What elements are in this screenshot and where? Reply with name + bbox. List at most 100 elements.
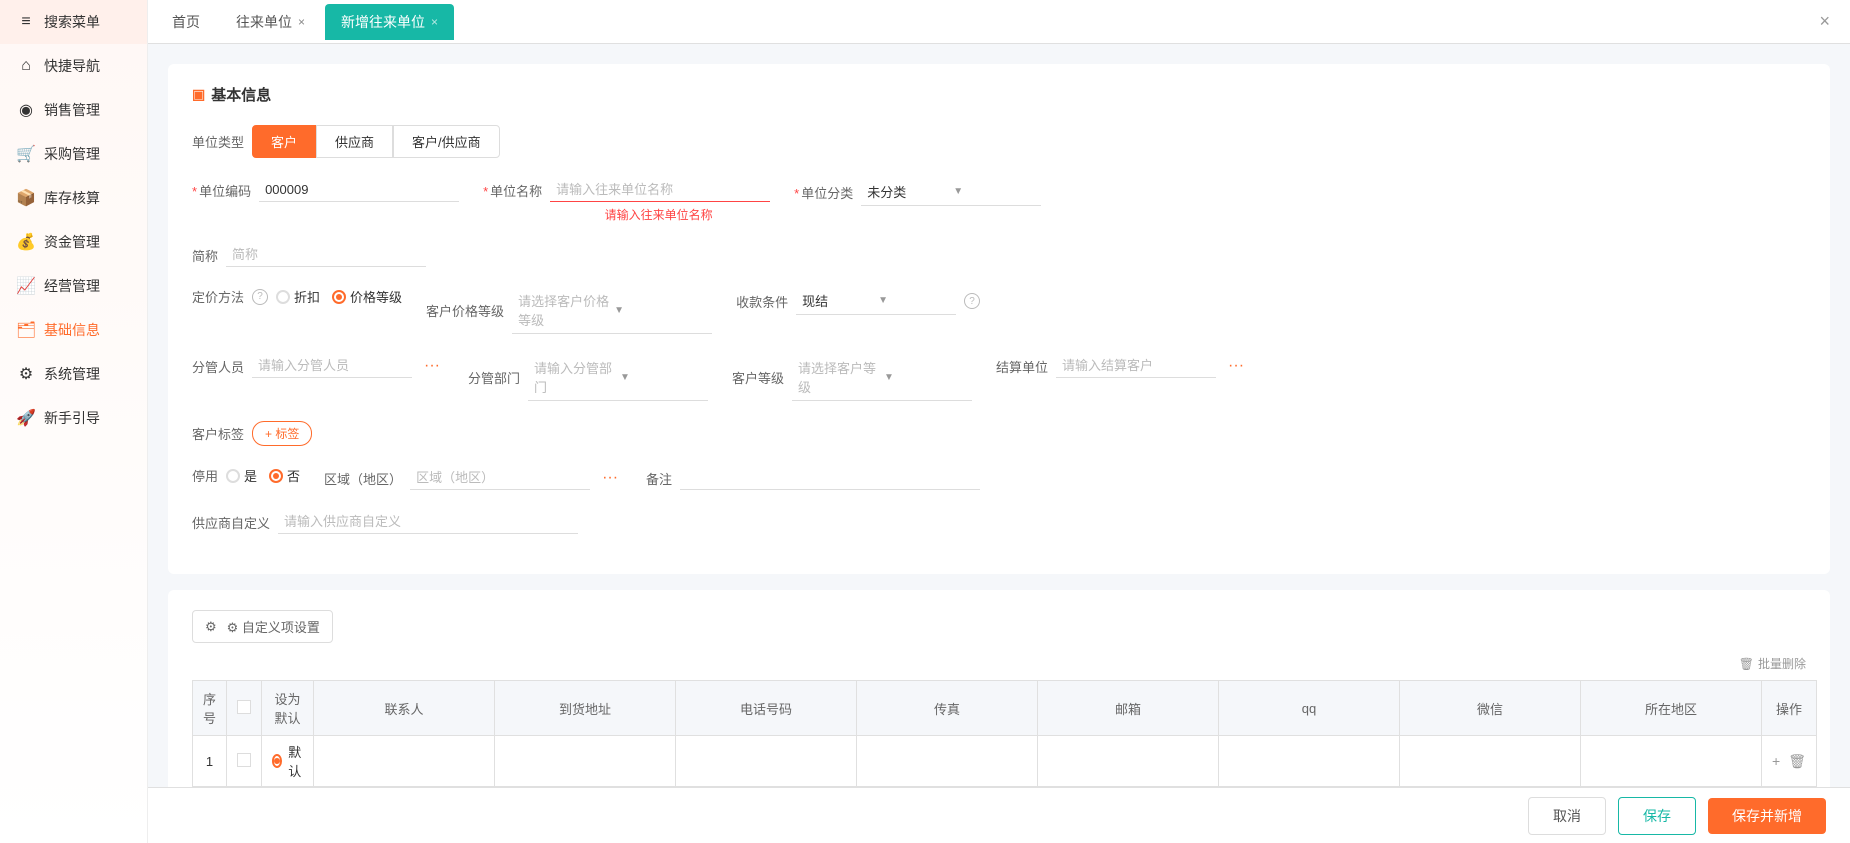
row-fax[interactable] [857, 736, 1038, 787]
row-qq[interactable] [1219, 736, 1400, 787]
add-tag-button[interactable]: + 标签 [252, 421, 312, 446]
payment-terms-field: 收款条件 现结 ▼ ? [736, 287, 980, 315]
row-contact[interactable] [314, 736, 495, 787]
unit-type-label: 单位类型 [192, 132, 244, 151]
delete-row-button[interactable]: 🗑 [1788, 753, 1806, 770]
payment-terms-help-icon[interactable]: ? [964, 293, 980, 309]
tab-contacts-close[interactable]: × [298, 15, 305, 29]
tab-new-contact[interactable]: 新增往来单位 × [325, 4, 454, 40]
row-address[interactable] [495, 736, 676, 787]
col-fax: 传真 [857, 681, 1038, 736]
row-phone[interactable] [676, 736, 857, 787]
row-checkbox-cell [227, 736, 262, 787]
settlement-more-button[interactable]: ··· [1224, 357, 1248, 375]
contact-table-card: ⚙ ⚙ 自定义项设置 🗑 批量删除 序号 设为默认 [168, 590, 1830, 807]
unit-code-input[interactable] [259, 178, 459, 202]
disabled-yes-radio[interactable] [226, 469, 240, 483]
settlement-unit-input[interactable] [1056, 354, 1216, 378]
row-action: + 🗑 [1762, 736, 1817, 787]
disabled-label: 停用 [192, 466, 218, 485]
sidebar-item-system[interactable]: ⚙ 系统管理 [0, 352, 147, 396]
save-button[interactable]: 保存 [1618, 797, 1696, 835]
custom-settings-button[interactable]: ⚙ ⚙ 自定义项设置 [192, 610, 333, 643]
cancel-button[interactable]: 取消 [1528, 797, 1606, 835]
department-field: 分管部门 请输入分管部门 ▼ [468, 354, 708, 401]
unit-btn-supplier[interactable]: 供应商 [316, 125, 393, 158]
customer-price-level-label: 客户价格等级 [426, 301, 504, 320]
pricing-level-radio[interactable] [332, 290, 346, 304]
sidebar-item-inventory[interactable]: 📦 库存核算 [0, 176, 147, 220]
wechat-input[interactable] [1410, 750, 1570, 773]
header-checkbox[interactable] [237, 700, 251, 714]
form-content: ▣ 基本信息 单位类型 客户 供应商 客户/供应商 *单位编 [148, 44, 1850, 843]
sidebar-item-basic[interactable]: 🗂 基础信息 [0, 308, 147, 352]
col-wechat: 微信 [1400, 681, 1581, 736]
sidebar-item-finance[interactable]: 💰 资金管理 [0, 220, 147, 264]
fax-input[interactable] [867, 750, 1027, 773]
sidebar-item-search[interactable]: ≡ 搜索菜单 [0, 0, 147, 44]
remark-input[interactable] [680, 466, 980, 490]
unit-btn-both[interactable]: 客户/供应商 [393, 125, 500, 158]
short-name-input[interactable] [226, 243, 426, 267]
row-default-dot-circle[interactable] [272, 754, 282, 768]
payment-terms-select[interactable]: 现结 ▼ [796, 287, 956, 315]
sidebar-item-sales[interactable]: ◉ 销售管理 [0, 88, 147, 132]
disabled-radio-group: 是 否 [226, 466, 300, 485]
unit-btn-customer[interactable]: 客户 [252, 125, 316, 158]
customer-level-select[interactable]: 请选择客户等级 ▼ [792, 354, 972, 401]
unit-name-error: 请输入往来单位名称 [605, 206, 713, 223]
manager-more-button[interactable]: ··· [420, 357, 444, 375]
customer-tag-field: 客户标签 + 标签 [192, 421, 312, 446]
row-checkbox[interactable] [237, 753, 251, 767]
region-input[interactable] [410, 466, 590, 490]
pricing-discount-option[interactable]: 折扣 [276, 287, 320, 306]
department-select[interactable]: 请输入分管部门 ▼ [528, 354, 708, 401]
customer-level-field: 客户等级 请选择客户等级 ▼ [732, 354, 972, 401]
col-checkbox [227, 681, 262, 736]
payment-terms-arrow-icon: ▼ [878, 295, 950, 306]
tab-new-contact-close[interactable]: × [431, 15, 438, 29]
add-row-button[interactable]: + [1772, 753, 1780, 769]
unit-name-input[interactable] [550, 178, 770, 202]
customer-price-level-select[interactable]: 请选择客户价格等级 ▼ [512, 287, 712, 334]
settlement-unit-field: 结算单位 ··· [996, 354, 1248, 378]
tab-contacts[interactable]: 往来单位 × [220, 4, 321, 40]
pricing-help-icon[interactable]: ? [252, 289, 268, 305]
sidebar-item-guide[interactable]: 🚀 新手引导 [0, 396, 147, 440]
unit-category-select[interactable]: 未分类 ▼ [861, 178, 1041, 206]
pricing-level-option[interactable]: 价格等级 [332, 287, 402, 306]
address-input[interactable] [505, 750, 665, 773]
qq-input[interactable] [1229, 750, 1389, 773]
row-region[interactable] [1581, 736, 1762, 787]
manager-input[interactable] [252, 354, 412, 378]
close-all-button[interactable]: × [1807, 11, 1842, 32]
region-field: 区域（地区） ··· [324, 466, 622, 490]
row-default-radio[interactable]: 默认 [272, 742, 303, 780]
pricing-discount-radio[interactable] [276, 290, 290, 304]
short-name-field: 简称 [192, 243, 426, 267]
inventory-icon: 📦 [16, 188, 36, 208]
tab-home[interactable]: 首页 [156, 4, 216, 40]
sidebar-item-quicknav[interactable]: ⌂ 快捷导航 [0, 44, 147, 88]
batch-delete-icon: 🗑 [1739, 657, 1754, 671]
batch-delete-button[interactable]: 🗑 批量删除 [1739, 655, 1806, 672]
department-label: 分管部门 [468, 368, 520, 387]
row-region-input[interactable] [1591, 750, 1751, 773]
region-more-button[interactable]: ··· [598, 469, 622, 487]
disabled-no-option[interactable]: 否 [269, 466, 300, 485]
sidebar-item-purchase[interactable]: 🛒 采购管理 [0, 132, 147, 176]
disabled-field: 停用 是 否 [192, 466, 300, 485]
phone-input[interactable] [686, 750, 846, 773]
contact-input[interactable] [324, 750, 484, 773]
save-new-button[interactable]: 保存并新增 [1708, 798, 1826, 834]
unit-name-field: *单位名称 请输入往来单位名称 [483, 178, 770, 223]
sidebar-item-operation[interactable]: 📈 经营管理 [0, 264, 147, 308]
email-input[interactable] [1048, 750, 1208, 773]
table-body: 1 默认 [193, 736, 1817, 787]
disabled-yes-option[interactable]: 是 [226, 466, 257, 485]
row-email[interactable] [1038, 736, 1219, 787]
row-wechat[interactable] [1400, 736, 1581, 787]
supplier-custom-input[interactable] [278, 510, 578, 534]
short-name-label: 简称 [192, 246, 218, 265]
disabled-no-radio[interactable] [269, 469, 283, 483]
